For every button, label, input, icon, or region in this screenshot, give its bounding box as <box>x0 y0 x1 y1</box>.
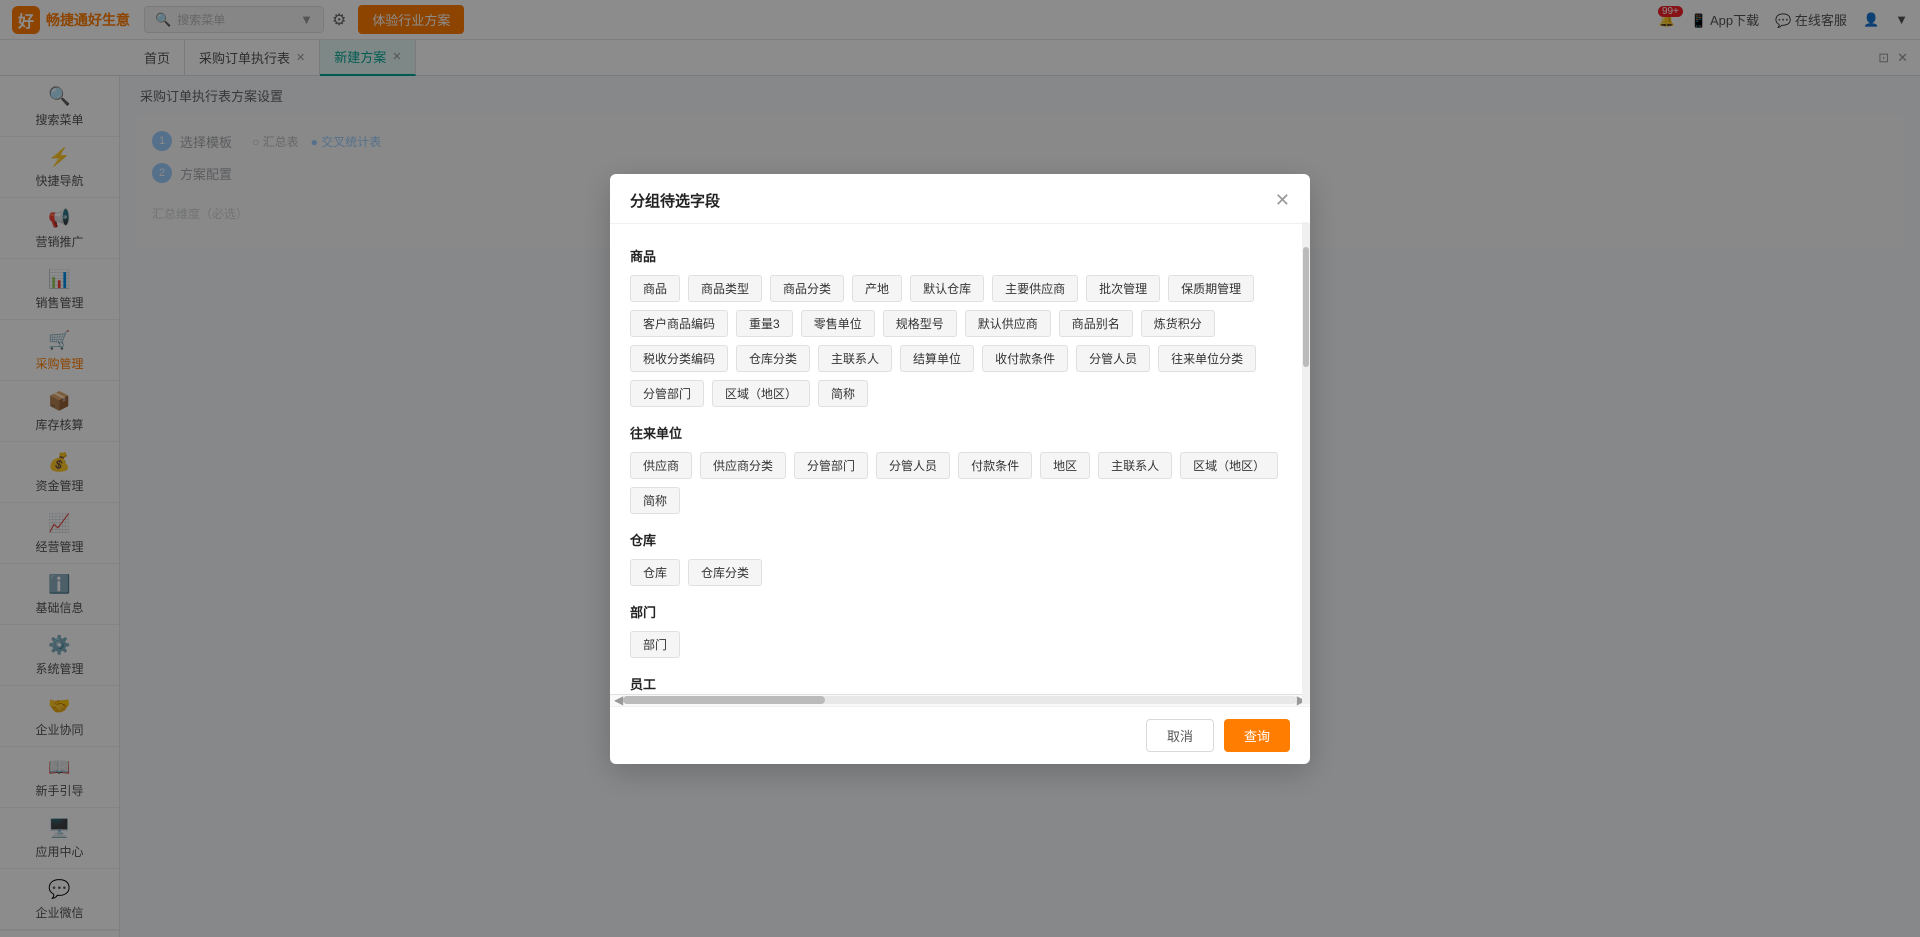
field-tag[interactable]: 区域（地区） <box>712 380 810 407</box>
field-tag[interactable]: 地区 <box>1040 452 1090 479</box>
field-tag[interactable]: 产地 <box>852 275 902 302</box>
field-tag[interactable]: 默认仓库 <box>910 275 984 302</box>
field-tag[interactable]: 保质期管理 <box>1168 275 1254 302</box>
field-tag[interactable]: 分管人员 <box>876 452 950 479</box>
field-tag[interactable]: 重量3 <box>736 310 793 337</box>
modal-close-button[interactable]: ✕ <box>1275 190 1290 211</box>
field-tag[interactable]: 分管部门 <box>794 452 868 479</box>
modal-body: 商品商品商品类型商品分类产地默认仓库主要供应商批次管理保质期管理客户商品编码重量… <box>610 224 1310 694</box>
section-title-仓库: 仓库 <box>630 530 1290 549</box>
field-tag[interactable]: 付款条件 <box>958 452 1032 479</box>
modal-header: 分组待选字段 ✕ <box>610 174 1310 224</box>
field-tag[interactable]: 供应商分类 <box>700 452 786 479</box>
section-title-商品: 商品 <box>630 246 1290 265</box>
field-tag[interactable]: 规格型号 <box>883 310 957 337</box>
field-tag[interactable]: 往来单位分类 <box>1158 345 1256 372</box>
field-tag[interactable]: 主联系人 <box>818 345 892 372</box>
confirm-button[interactable]: 查询 <box>1224 719 1290 752</box>
modal-dialog: 分组待选字段 ✕ 商品商品商品类型商品分类产地默认仓库主要供应商批次管理保质期管… <box>610 174 1310 764</box>
scrollbar-thumb[interactable] <box>623 696 825 704</box>
field-tag[interactable]: 商品类型 <box>688 275 762 302</box>
field-tag[interactable]: 商品别名 <box>1059 310 1133 337</box>
field-tag[interactable]: 供应商 <box>630 452 692 479</box>
field-tag[interactable]: 分管部门 <box>630 380 704 407</box>
fields-grid-往来单位: 供应商供应商分类分管部门分管人员付款条件地区主联系人区域（地区） 简称 <box>630 452 1290 514</box>
field-tag[interactable]: 默认供应商 <box>965 310 1051 337</box>
modal-footer: 取消 查询 <box>610 706 1310 764</box>
modal-horizontal-scrollbar[interactable]: ◀ ▶ <box>610 694 1310 706</box>
modal-title: 分组待选字段 <box>630 190 720 211</box>
field-tag[interactable]: 商品 <box>630 275 680 302</box>
field-tag[interactable]: 简称 <box>818 380 868 407</box>
field-tag[interactable]: 仓库 <box>630 559 680 586</box>
field-tag[interactable]: 收付款条件 <box>982 345 1068 372</box>
field-tag[interactable]: 炼货积分 <box>1141 310 1215 337</box>
fields-grid-部门: 部门 <box>630 631 1290 658</box>
field-tag[interactable]: 主联系人 <box>1098 452 1172 479</box>
field-tag[interactable]: 批次管理 <box>1086 275 1160 302</box>
section-title-往来单位: 往来单位 <box>630 423 1290 442</box>
field-tag[interactable]: 商品分类 <box>770 275 844 302</box>
vertical-scrollbar-track[interactable] <box>1302 222 1310 704</box>
field-tag[interactable]: 区域（地区） <box>1180 452 1278 479</box>
field-tag[interactable]: 仓库分类 <box>688 559 762 586</box>
field-tag[interactable]: 税收分类编码 <box>630 345 728 372</box>
vertical-scrollbar-thumb <box>1303 247 1309 368</box>
field-tag[interactable]: 结算单位 <box>900 345 974 372</box>
section-title-部门: 部门 <box>630 602 1290 621</box>
scrollbar-track[interactable] <box>623 696 1297 704</box>
field-tag[interactable]: 客户商品编码 <box>630 310 728 337</box>
field-tag[interactable]: 仓库分类 <box>736 345 810 372</box>
section-title-员工: 员工 <box>630 674 1290 693</box>
field-tag[interactable]: 零售单位 <box>801 310 875 337</box>
fields-grid-商品: 商品商品类型商品分类产地默认仓库主要供应商批次管理保质期管理客户商品编码重量3 零… <box>630 275 1290 407</box>
modal-overlay: 分组待选字段 ✕ 商品商品商品类型商品分类产地默认仓库主要供应商批次管理保质期管… <box>0 0 1920 937</box>
field-tag[interactable]: 主要供应商 <box>992 275 1078 302</box>
field-tag[interactable]: 简称 <box>630 487 680 514</box>
field-tag[interactable]: 部门 <box>630 631 680 658</box>
cancel-button[interactable]: 取消 <box>1146 719 1214 752</box>
field-tag[interactable]: 分管人员 <box>1076 345 1150 372</box>
fields-grid-仓库: 仓库仓库分类 <box>630 559 1290 586</box>
